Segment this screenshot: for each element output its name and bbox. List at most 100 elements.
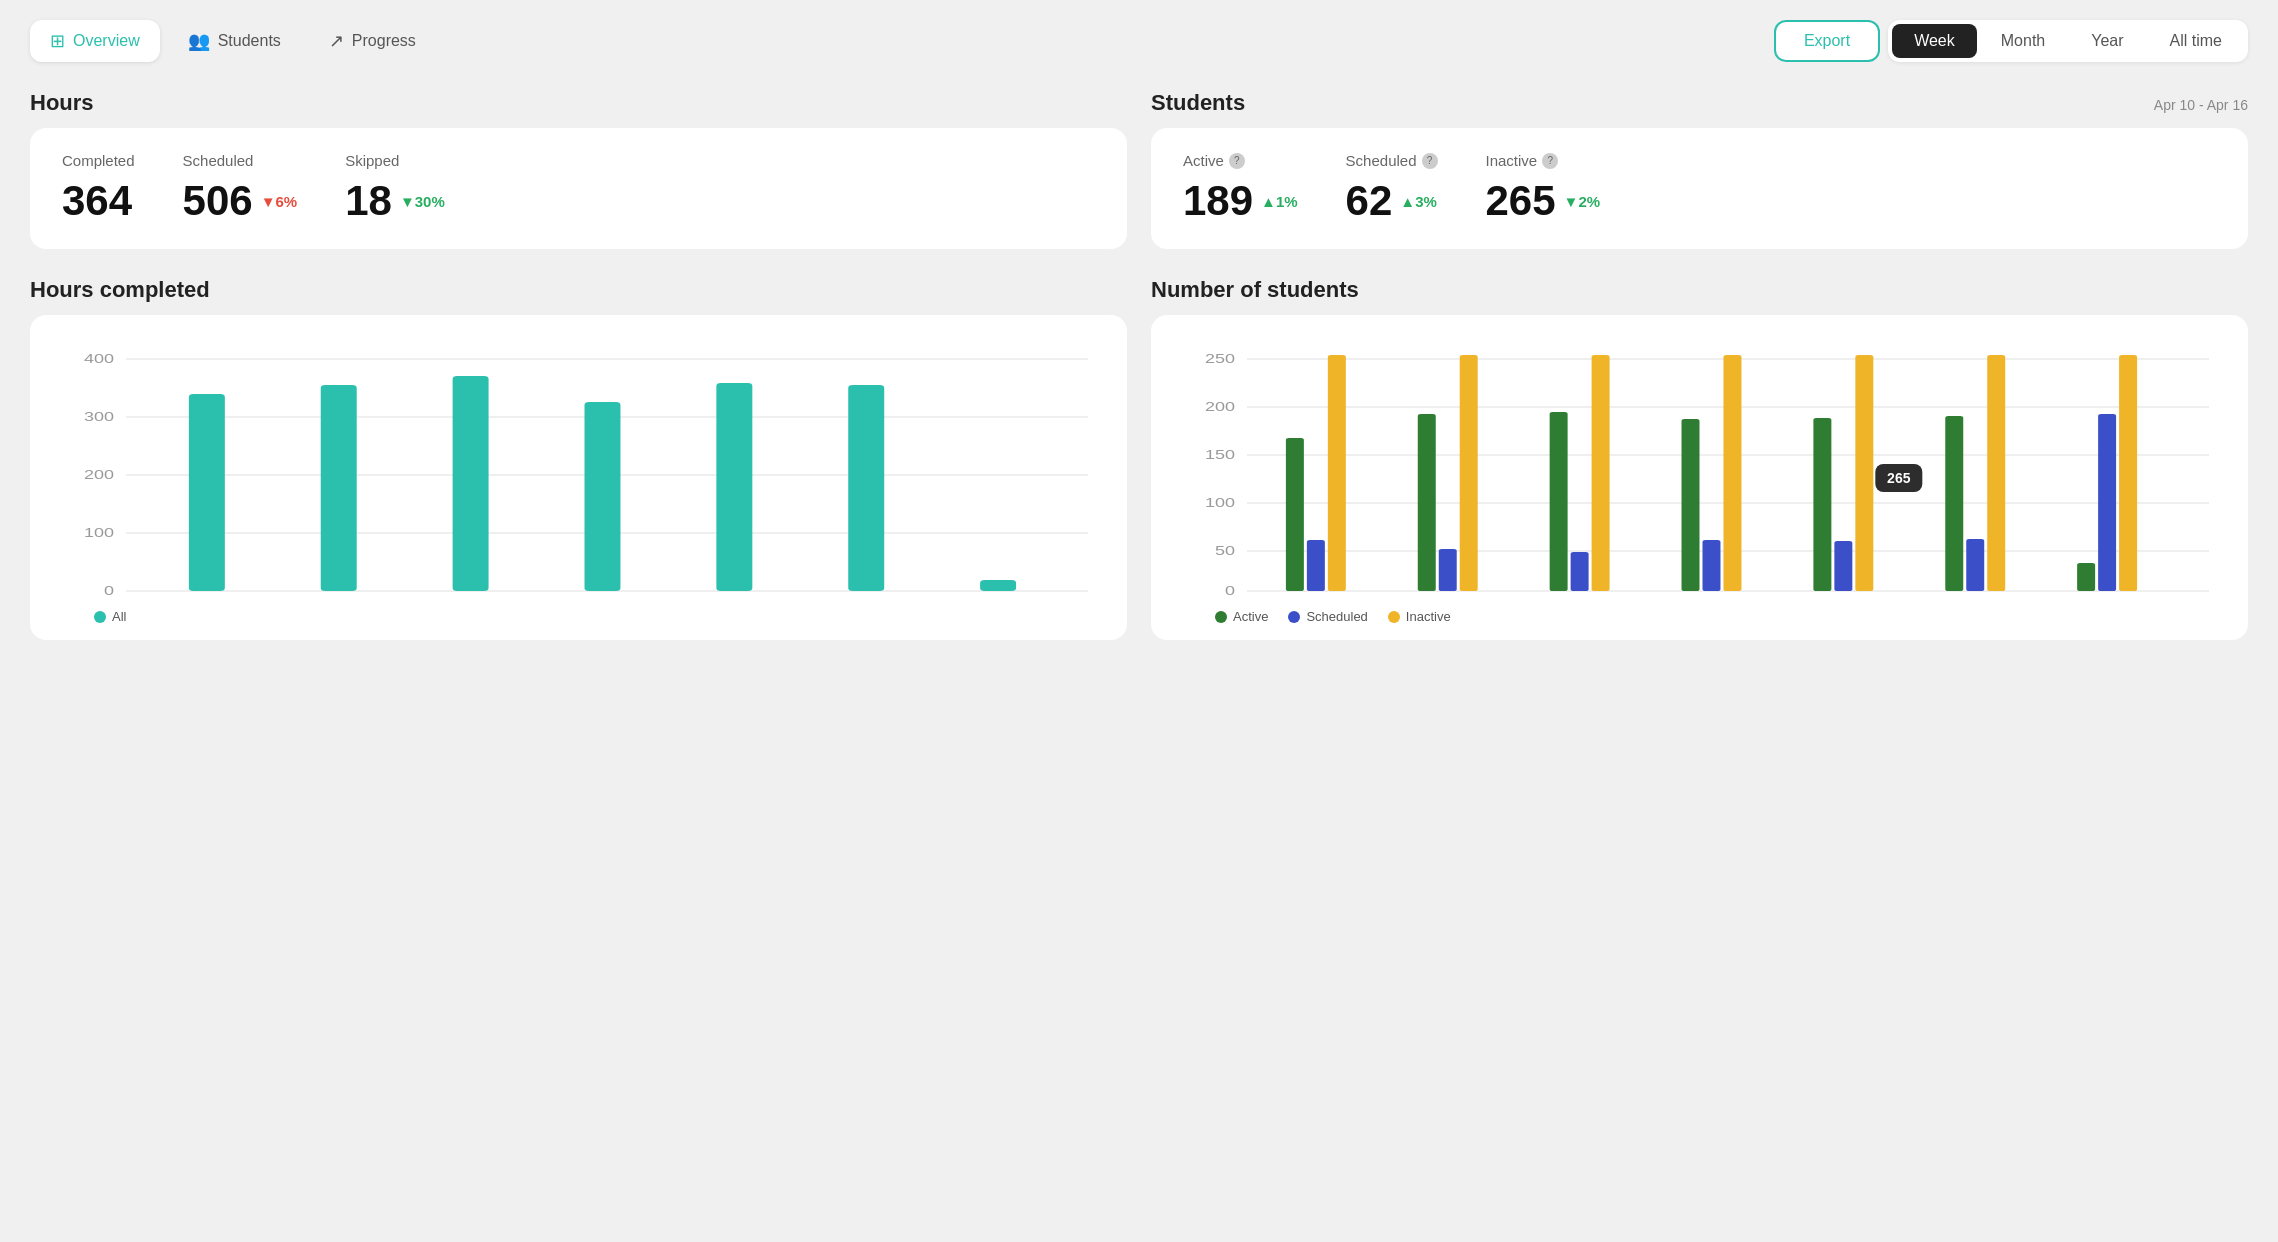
active-help-icon[interactable]: ? [1229,153,1245,169]
students-chart-title: Number of students [1151,277,2248,303]
svg-rect-33 [1439,549,1457,591]
svg-text:200: 200 [84,468,114,481]
tab-students-label: Students [218,32,281,50]
progress-icon: ↗ [329,30,344,52]
svg-rect-37 [1592,355,1610,591]
hours-card: Completed 364 Scheduled 506 ▼6% Skipped … [30,128,1127,249]
overview-icon: ⊞ [50,30,65,52]
students-scheduled-label: Scheduled ? [1346,152,1438,169]
students-title: Students [1151,90,1245,116]
hours-skipped-value: 18 ▼30% [345,177,445,225]
svg-text:300: 300 [84,410,114,423]
legend-all-dot [94,611,106,623]
hours-completed-label: Completed [62,152,135,169]
hours-completed-value: 364 [62,177,135,225]
svg-text:100: 100 [84,526,114,539]
tab-students[interactable]: 👥 Students [168,20,301,62]
tab-progress[interactable]: ↗ Progress [309,20,436,62]
legend-all: All [94,609,126,624]
tab-overview-label: Overview [73,32,140,50]
svg-rect-35 [1550,412,1568,591]
legend-active-dot [1215,611,1227,623]
hours-section: Hours Completed 364 Scheduled 506 ▼6% Sk… [30,90,1127,249]
legend-active: Active [1215,609,1268,624]
students-active: Active ? 189 ▲1% [1183,152,1298,225]
svg-rect-34 [1460,355,1478,591]
students-header: Students Apr 10 - Apr 16 [1151,90,2248,116]
students-inactive-label: Inactive ? [1486,152,1601,169]
stats-row: Hours Completed 364 Scheduled 506 ▼6% Sk… [30,90,2248,249]
svg-text:0: 0 [104,584,114,597]
time-filter-alltime[interactable]: All time [2148,24,2244,58]
students-active-badge: ▲1% [1261,193,1298,210]
students-inactive-value: 265 ▼2% [1486,177,1601,225]
svg-text:0: 0 [1225,584,1235,597]
students-section: Students Apr 10 - Apr 16 Active ? 189 ▲1… [1151,90,2248,249]
svg-rect-40 [1723,355,1741,591]
legend-inactive-dot [1388,611,1400,623]
students-inactive-badge: ▼2% [1564,193,1601,210]
inactive-help-icon[interactable]: ? [1542,153,1558,169]
hours-scheduled-value: 506 ▼6% [183,177,298,225]
nav-right: Export Week Month Year All time [1774,20,2248,62]
students-inactive: Inactive ? 265 ▼2% [1486,152,1601,225]
svg-rect-47 [2077,563,2095,591]
svg-rect-48 [2098,414,2116,591]
svg-rect-32 [1418,414,1436,591]
students-scheduled-value: 62 ▲3% [1346,177,1438,225]
legend-scheduled: Scheduled [1288,609,1367,624]
svg-text:150: 150 [1205,448,1235,461]
time-filter-month[interactable]: Month [1979,24,2067,58]
hours-bar-4 [716,383,752,591]
hours-header: Hours [30,90,1127,116]
svg-rect-29 [1286,438,1304,591]
hours-skipped: Skipped 18 ▼30% [345,152,445,225]
legend-scheduled-label: Scheduled [1306,609,1367,624]
svg-text:200: 200 [1205,400,1235,413]
time-filter-week[interactable]: Week [1892,24,1977,58]
export-button[interactable]: Export [1774,20,1880,62]
tab-overview[interactable]: ⊞ Overview [30,20,160,62]
svg-rect-44 [1945,416,1963,591]
students-scheduled: Scheduled ? 62 ▲3% [1346,152,1438,225]
hours-chart-legend: All [54,609,1103,624]
nav-tabs: ⊞ Overview 👥 Students ↗ Progress [30,20,436,62]
students-chart-section: Number of students 250 200 150 100 50 0 [1151,277,2248,640]
svg-rect-45 [1966,539,1984,591]
svg-rect-41 [1813,418,1831,591]
students-chart-area: 250 200 150 100 50 0 [1175,339,2224,599]
hours-scheduled: Scheduled 506 ▼6% [183,152,298,225]
students-chart-card: 250 200 150 100 50 0 [1151,315,2248,640]
time-filter-year[interactable]: Year [2069,24,2145,58]
svg-text:400: 400 [84,352,114,365]
hours-chart-card: 400 300 200 100 0 [30,315,1127,640]
time-filter: Week Month Year All time [1888,20,2248,62]
hours-completed: Completed 364 [62,152,135,225]
students-chart-legend: Active Scheduled Inactive [1175,609,2224,624]
hours-chart-area: 400 300 200 100 0 [54,339,1103,599]
students-chart-svg: 250 200 150 100 50 0 [1175,339,2224,599]
legend-scheduled-dot [1288,611,1300,623]
legend-inactive-label: Inactive [1406,609,1451,624]
svg-rect-36 [1571,552,1589,591]
svg-text:100: 100 [1205,496,1235,509]
tab-progress-label: Progress [352,32,416,50]
students-card: Active ? 189 ▲1% Scheduled ? 62 ▲3% [1151,128,2248,249]
legend-inactive: Inactive [1388,609,1451,624]
hours-chart-section: Hours completed 400 300 200 100 0 [30,277,1127,640]
hours-chart-title: Hours completed [30,277,1127,303]
hours-scheduled-badge: ▼6% [261,193,298,210]
students-date-range: Apr 10 - Apr 16 [2154,97,2248,113]
svg-rect-30 [1307,540,1325,591]
charts-row: Hours completed 400 300 200 100 0 [30,277,2248,640]
scheduled-help-icon[interactable]: ? [1422,153,1438,169]
hours-chart-svg: 400 300 200 100 0 [54,339,1103,599]
hours-skipped-badge: ▼30% [400,193,445,210]
svg-rect-39 [1702,540,1720,591]
svg-rect-38 [1682,419,1700,591]
svg-rect-31 [1328,355,1346,591]
students-scheduled-badge: ▲3% [1400,193,1437,210]
svg-text:50: 50 [1215,544,1235,557]
hours-scheduled-label: Scheduled [183,152,298,169]
students-icon: 👥 [188,30,210,52]
